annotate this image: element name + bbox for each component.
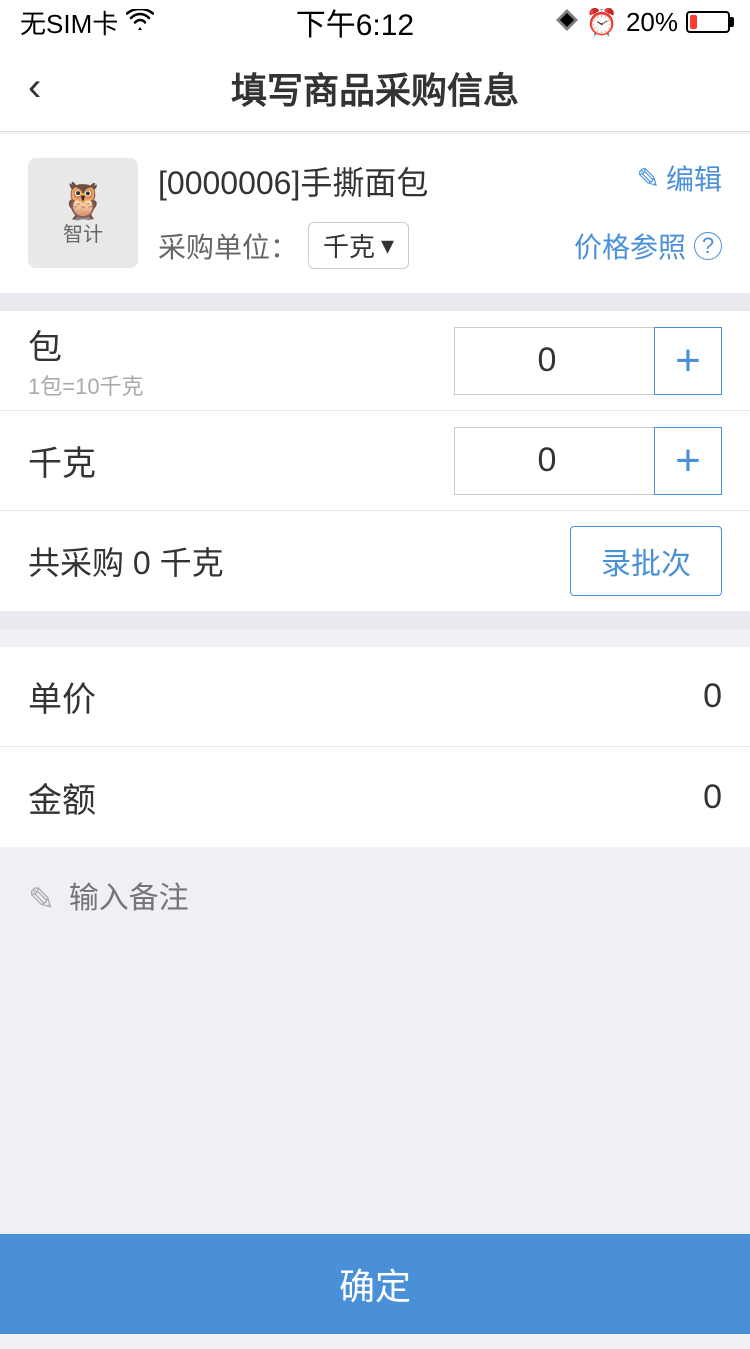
divider-2 [0, 611, 750, 629]
product-header: [0000006]手撕面包 ✎ 编辑 [158, 158, 722, 204]
empty-space [0, 949, 750, 1249]
note-input[interactable] [69, 882, 722, 916]
pack-input-row: 包 1包=10千克 + [0, 311, 750, 411]
battery-icon [686, 11, 730, 33]
unit-label: 采购单位： 千克 ▾ [158, 222, 409, 269]
product-name: [0000006]手撕面包 [158, 158, 428, 204]
status-bar-time: 下午6:12 [296, 0, 414, 44]
back-button[interactable]: ‹ [28, 65, 41, 110]
product-info: [0000006]手撕面包 ✎ 编辑 采购单位： 千克 ▾ 价格参照 ? [158, 158, 722, 269]
pack-input-controls: + [454, 327, 722, 395]
kg-plus-button[interactable]: + [654, 427, 722, 495]
amount-row: 金额 0 [0, 747, 750, 847]
unit-price-value: 0 [703, 677, 722, 716]
edit-icon: ✎ [637, 162, 660, 195]
unit-price-label: 单价 [28, 672, 96, 721]
amount-label: 金额 [28, 773, 96, 822]
network-status: 无SIM卡 [20, 4, 118, 41]
nav-bar: ‹ 填写商品采购信息 [0, 44, 750, 132]
alarm-icon: ⏰ [586, 7, 618, 38]
pack-label-main: 包 [28, 320, 168, 369]
status-bar: 无SIM卡 下午6:12 ⏰ 20% [0, 0, 750, 44]
unit-value: 千克 [323, 227, 375, 264]
product-unit-row: 采购单位： 千克 ▾ 价格参照 ? [158, 222, 722, 269]
summary-text: 共采购 0 千克 [28, 538, 224, 584]
page-title: 填写商品采购信息 [231, 62, 519, 114]
product-card: 🦉 智计 [0000006]手撕面包 ✎ 编辑 采购单位： 千克 ▾ [0, 134, 750, 293]
pack-plus-button[interactable]: + [654, 327, 722, 395]
summary-row: 共采购 0 千克 录批次 [0, 511, 750, 611]
pack-quantity-input[interactable] [454, 327, 654, 395]
price-ref-button[interactable]: 价格参照 ? [574, 226, 722, 266]
kg-label-main: 千克 [28, 436, 168, 485]
kg-input-controls: + [454, 427, 722, 495]
battery-percent: 20% [626, 7, 678, 38]
location-icon [556, 7, 578, 38]
dropdown-icon: ▾ [381, 230, 394, 261]
kg-label: 千克 [28, 436, 168, 485]
pack-label-sub: 1包=10千克 [28, 369, 168, 401]
edit-label: 编辑 [666, 158, 722, 198]
input-section: 包 1包=10千克 + 千克 + [0, 311, 750, 511]
note-section[interactable]: ✎ [0, 849, 750, 949]
pack-label: 包 1包=10千克 [28, 320, 168, 401]
divider-1 [0, 293, 750, 311]
confirm-button[interactable]: 确定 [0, 1234, 750, 1334]
kg-input-row: 千克 + [0, 411, 750, 511]
price-section: 单价 0 金额 0 [0, 647, 750, 847]
product-image: 🦉 智计 [28, 158, 138, 268]
record-batch-button[interactable]: 录批次 [570, 526, 722, 596]
edit-button[interactable]: ✎ 编辑 [637, 158, 722, 198]
note-icon: ✎ [28, 880, 55, 918]
price-ref-label: 价格参照 [574, 226, 686, 266]
wifi-icon [126, 7, 154, 38]
status-bar-left: 无SIM卡 [20, 4, 154, 41]
status-bar-right: ⏰ 20% [556, 7, 730, 38]
amount-value: 0 [703, 778, 722, 817]
kg-quantity-input[interactable] [454, 427, 654, 495]
unit-select-dropdown[interactable]: 千克 ▾ [308, 222, 409, 269]
price-ref-help-icon: ? [694, 232, 722, 260]
unit-price-row: 单价 0 [0, 647, 750, 747]
product-logo: 🦉 智计 [61, 179, 106, 246]
